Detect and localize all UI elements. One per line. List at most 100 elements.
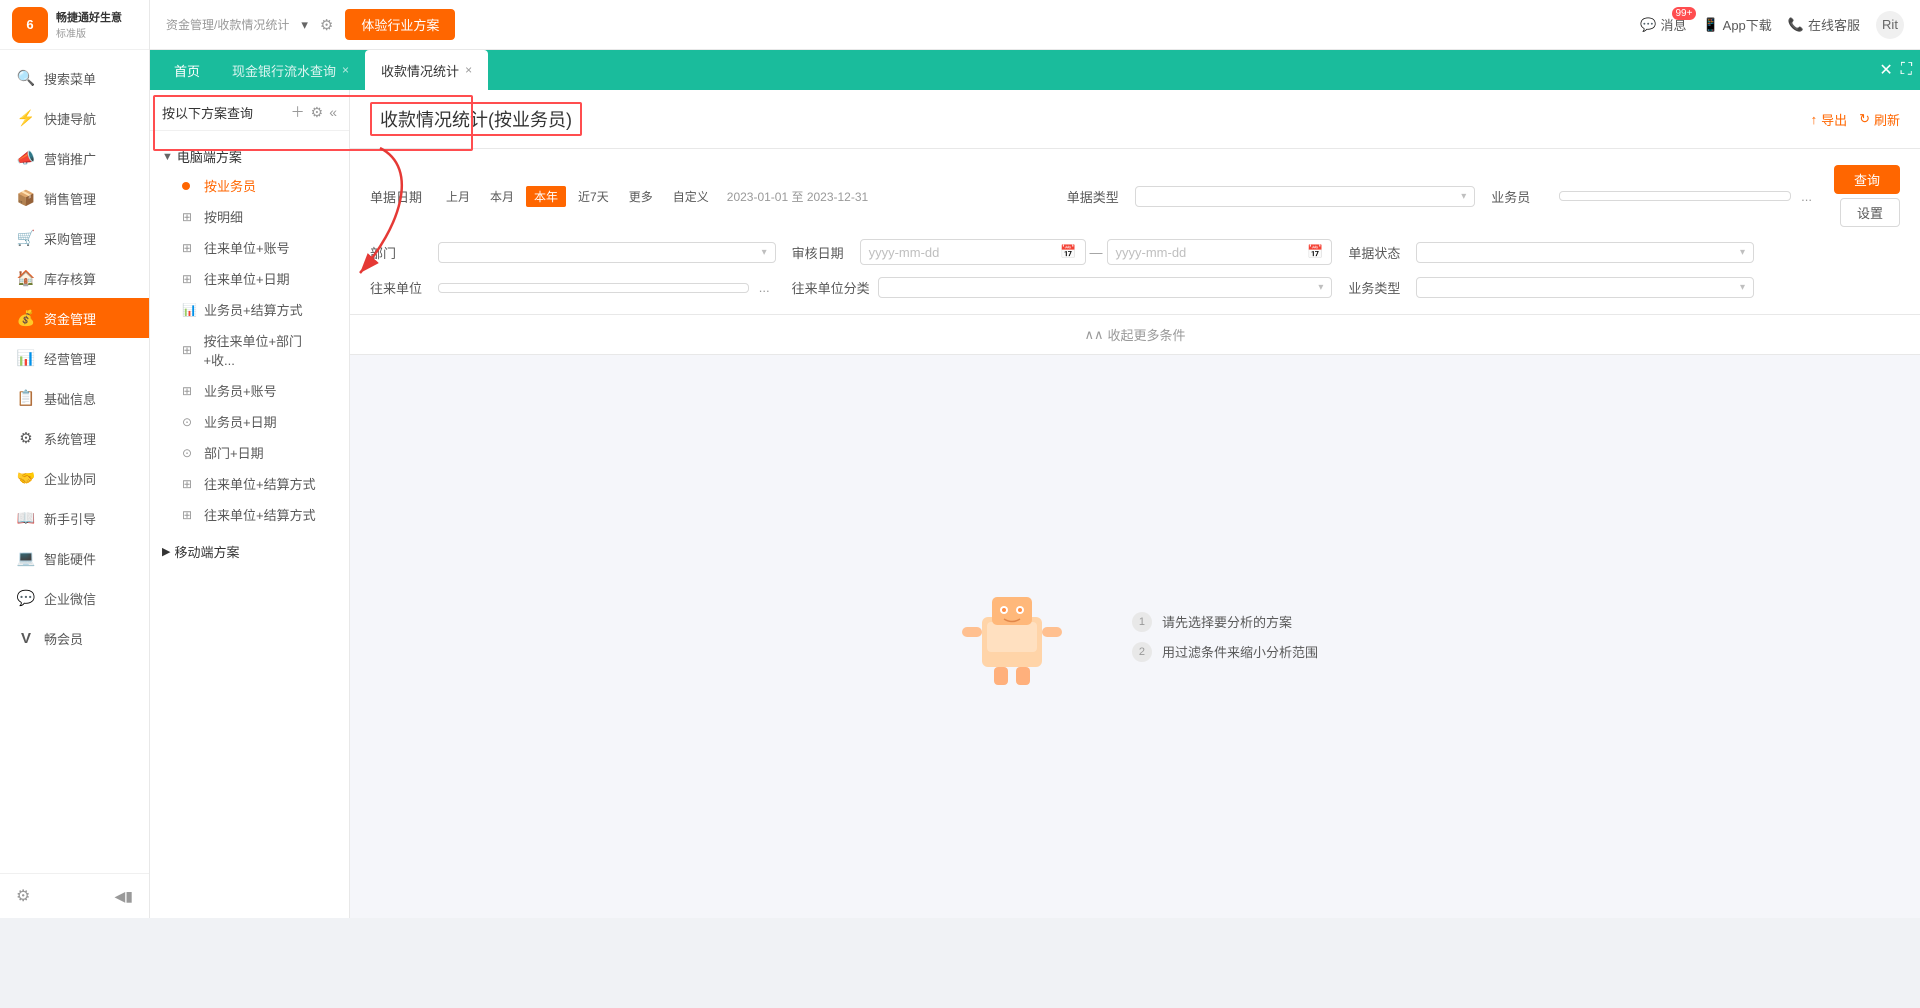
dropdown-icon[interactable]: ▾ (301, 17, 308, 33)
sidebar-item-enterprise[interactable]: 🤝 企业协同 (0, 458, 149, 498)
partner-input[interactable] (438, 283, 749, 293)
filter-row-1: 单据日期 上月 本月 本年 近7天 更多 自定义 2023-01-01 至 20… (370, 165, 1900, 227)
sidebar-item-quick[interactable]: ⚡ 快捷导航 (0, 98, 149, 138)
scheme-item-salesperson[interactable]: 按业务员 (162, 170, 337, 201)
app-icon: 📱 (1702, 17, 1718, 33)
filter-row-3: 往来单位 ... 往来单位分类 ▾ 业务类型 (370, 277, 1900, 298)
sidebar-item-member[interactable]: V 畅会员 (0, 618, 149, 658)
scheme-item-mingxi[interactable]: ⊞ 按明细 (162, 201, 337, 232)
biz-type-select[interactable]: ▾ (1416, 277, 1754, 298)
mobile-expand-icon: ▶ (162, 545, 170, 558)
avatar[interactable]: Rit (1876, 11, 1904, 39)
partner-more-button[interactable]: ... (753, 278, 776, 297)
sidebar-item-inventory[interactable]: 🏠 库存核算 (0, 258, 149, 298)
desktop-group-header[interactable]: ▼ 电脑端方案 (162, 143, 337, 170)
sidebar-item-system[interactable]: ⚙ 系统管理 (0, 418, 149, 458)
audit-date-from[interactable]: yyyy-mm-dd 📅 (860, 239, 1086, 265)
dept-label: 部门 (370, 243, 430, 262)
date-tab-this-month[interactable]: 本月 (482, 186, 522, 207)
sidebar-item-guide[interactable]: 📖 新手引导 (0, 498, 149, 538)
doc-type-select[interactable]: ▾ (1135, 186, 1475, 207)
date-tab-last-month[interactable]: 上月 (438, 186, 478, 207)
panel-actions: ＋ ⚙ « (291, 102, 337, 122)
active-dot-icon (182, 179, 198, 193)
settings-footer-icon[interactable]: ⚙ (16, 886, 30, 906)
basic-icon: 📋 (16, 388, 36, 408)
content-body: 1 请先选择要分析的方案 2 用过滤条件来缩小分析范围 (350, 355, 1920, 918)
scheme-item-sp-settle[interactable]: 📊 业务员+结算方式 (162, 294, 337, 325)
tip-1: 1 请先选择要分析的方案 (1132, 612, 1318, 632)
sidebar-item-basic[interactable]: 📋 基础信息 (0, 378, 149, 418)
header-right: 💬 消息 99+ 📱 App下载 📞 在线客服 Rit (1640, 11, 1904, 39)
scheme-item-unit-settle2[interactable]: ⊞ 往来单位+结算方式 (162, 499, 337, 530)
scheme-items-list: 按业务员 ⊞ 按明细 ⊞ 往来单位+账号 ⊞ 往来单位+日期 (162, 170, 337, 530)
message-icon: 💬 (1640, 17, 1656, 33)
collapse-sidebar-icon[interactable]: ◀▮ (115, 888, 133, 905)
item-icon-sp-date: ⊙ (182, 415, 198, 429)
tab-bank[interactable]: 现金银行流水查询 × (216, 50, 365, 90)
scheme-item-unit-account[interactable]: ⊞ 往来单位+账号 (162, 232, 337, 263)
tab-close-receipt[interactable]: × (465, 63, 472, 77)
doc-status-select[interactable]: ▾ (1416, 242, 1754, 263)
tab-close-bank[interactable]: × (342, 63, 349, 77)
scheme-item-sp-date[interactable]: ⊙ 业务员+日期 (162, 406, 337, 437)
audit-date-range: yyyy-mm-dd 📅 — yyyy-mm-dd 📅 (860, 239, 1333, 265)
salesperson-more-button[interactable]: ... (1795, 187, 1818, 206)
tab-bar: 首页 现金银行流水查询 × 收款情况统计 × ✕ ⛶ (150, 50, 1920, 90)
online-service-button[interactable]: 📞 在线客服 (1788, 15, 1860, 34)
message-button[interactable]: 💬 消息 99+ (1640, 15, 1686, 34)
sidebar-item-hardware[interactable]: 💻 智能硬件 (0, 538, 149, 578)
collapse-panel-button[interactable]: « (329, 104, 337, 120)
scheme-item-unit-date[interactable]: ⊞ 往来单位+日期 (162, 263, 337, 294)
collapse-bar[interactable]: ∧∧ 收起更多条件 (350, 315, 1920, 355)
date-tab-7days[interactable]: 近7天 (570, 186, 617, 207)
message-badge: 99+ (1672, 7, 1697, 20)
scheme-item-dept-date[interactable]: ⊙ 部门+日期 (162, 437, 337, 468)
query-button[interactable]: 查询 (1834, 165, 1900, 194)
audit-date-to[interactable]: yyyy-mm-dd 📅 (1107, 239, 1333, 265)
filter-doc-status: 单据状态 ▾ (1348, 242, 1754, 263)
sidebar-item-operation[interactable]: 📊 经营管理 (0, 338, 149, 378)
filter-partner: 往来单位 ... (370, 278, 776, 297)
sidebar-item-wechat[interactable]: 💬 企业微信 (0, 578, 149, 618)
mobile-group-header[interactable]: ▶ 移动端方案 (162, 538, 337, 565)
partner-category-select[interactable]: ▾ (878, 277, 1333, 298)
salesperson-input[interactable] (1559, 191, 1791, 201)
refresh-button[interactable]: ↻ 刷新 (1859, 110, 1900, 129)
operation-icon: 📊 (16, 348, 36, 368)
right-content: 收款情况统计(按业务员) ↑ 导出 ↻ 刷新 单据日期 (350, 90, 1920, 918)
sidebar-item-search[interactable]: 🔍 搜索菜单 (0, 58, 149, 98)
sidebar-item-sales[interactable]: 📦 销售管理 (0, 178, 149, 218)
partner-category-label: 往来单位分类 (792, 278, 870, 297)
nav-menu: 🔍 搜索菜单 ⚡ 快捷导航 📣 营销推广 📦 销售管理 🛒 采购管理 🏠 库存核… (0, 50, 149, 873)
item-icon-sp-settle: 📊 (182, 303, 198, 317)
scheme-item-unit-dept[interactable]: ⊞ 按往来单位+部门+收... (162, 325, 337, 375)
export-button[interactable]: ↑ 导出 (1811, 110, 1848, 129)
date-tab-this-year[interactable]: 本年 (526, 186, 566, 207)
date-tab-custom[interactable]: 自定义 (665, 186, 717, 207)
export-icon: ↑ (1811, 112, 1818, 127)
scheme-item-unit-settle1[interactable]: ⊞ 往来单位+结算方式 (162, 468, 337, 499)
filter-biz-type: 业务类型 ▾ (1348, 277, 1754, 298)
calendar-icon-2: 📅 (1307, 244, 1323, 260)
logo-area: 6 畅捷通好生意 标准版 (0, 0, 149, 50)
add-scheme-button[interactable]: ＋ (291, 102, 305, 122)
scheme-settings-icon[interactable]: ⚙ (311, 104, 324, 121)
setting-button[interactable]: 设置 (1840, 198, 1900, 227)
settings-gear-icon[interactable]: ⚙ (320, 16, 333, 34)
sidebar-item-purchase[interactable]: 🛒 采购管理 (0, 218, 149, 258)
sidebar-item-finance[interactable]: 💰 资金管理 (0, 298, 149, 338)
app-download-button[interactable]: 📱 App下载 (1702, 15, 1771, 34)
window-maximize-icon[interactable]: ⛶ (1901, 61, 1912, 79)
page-title-box: 收款情况统计(按业务员) (370, 102, 582, 136)
date-tab-more[interactable]: 更多 (621, 186, 661, 207)
solution-button[interactable]: 体验行业方案 (345, 9, 455, 40)
date-value: 上月 本月 本年 近7天 更多 自定义 2023-01-01 至 2023-12… (438, 186, 1051, 207)
biz-type-label: 业务类型 (1348, 278, 1408, 297)
sidebar-item-marketing[interactable]: 📣 营销推广 (0, 138, 149, 178)
tab-home[interactable]: 首页 (158, 50, 216, 90)
dept-select[interactable]: ▾ (438, 242, 776, 263)
window-close-icon[interactable]: ✕ (1879, 60, 1892, 80)
scheme-item-sp-account[interactable]: ⊞ 业务员+账号 (162, 375, 337, 406)
tab-receipt[interactable]: 收款情况统计 × (365, 50, 488, 90)
